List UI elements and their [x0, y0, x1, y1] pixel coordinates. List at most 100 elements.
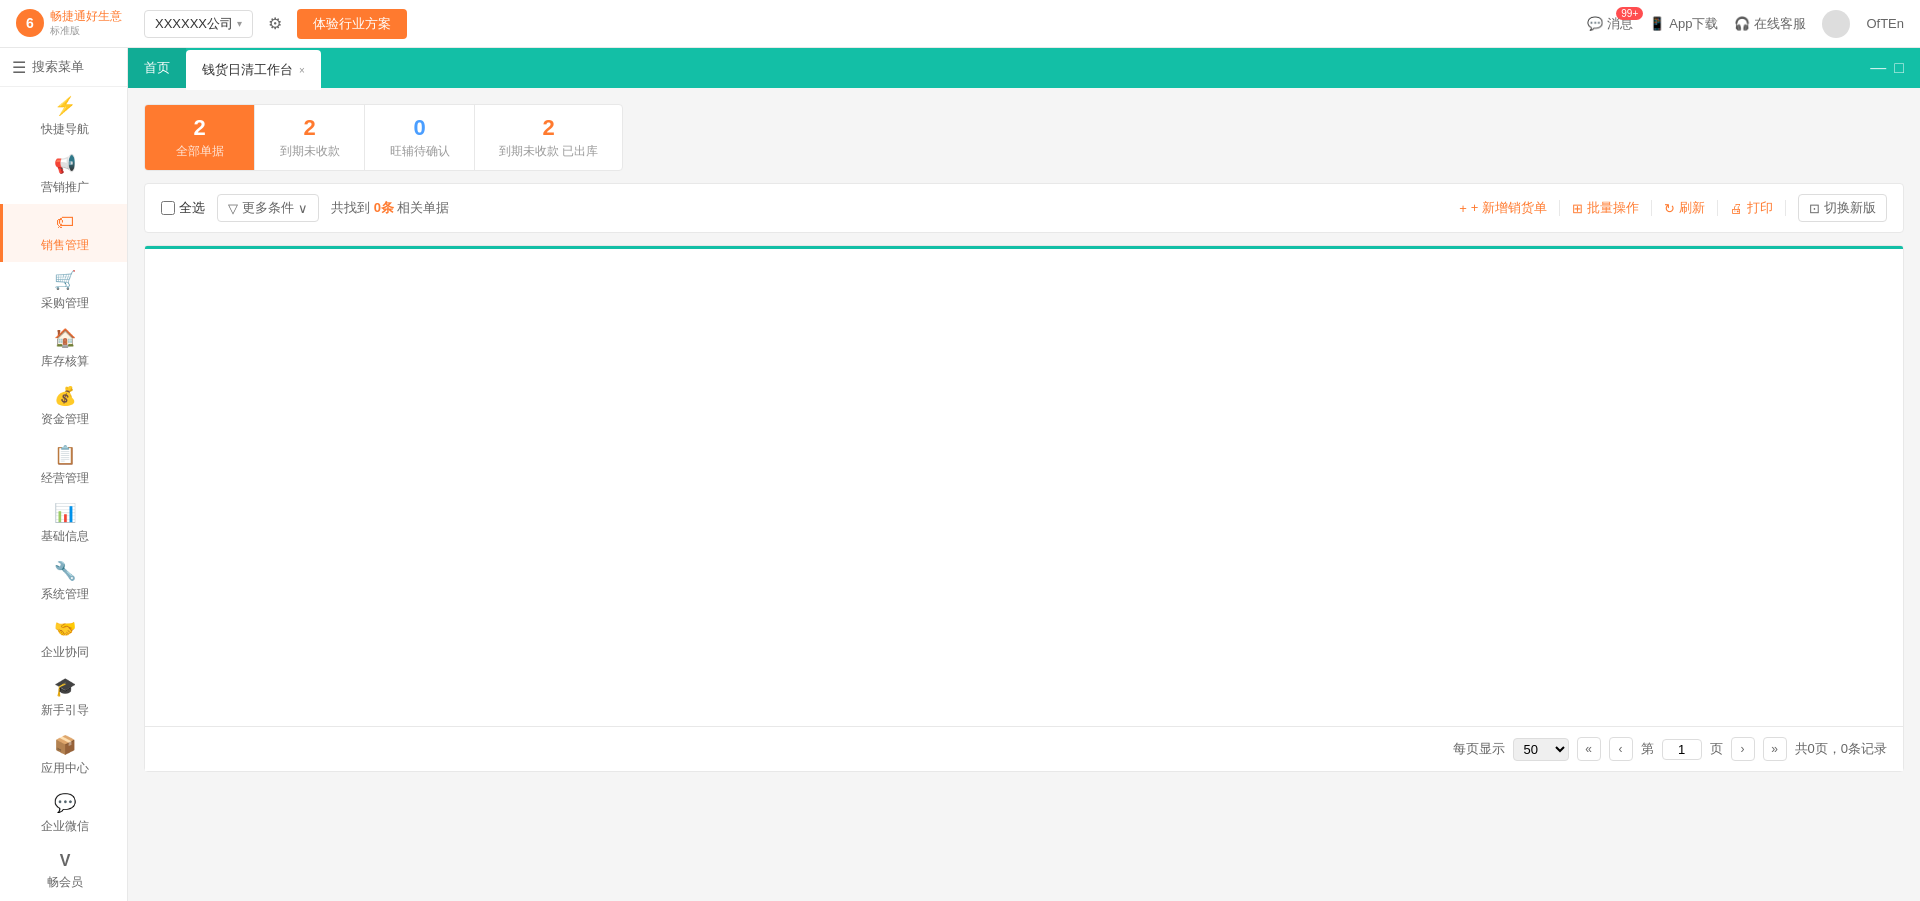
table-area: 每页显示 50 100 200 « ‹ 第 页 › » 共0页，0条记录 [144, 245, 1904, 772]
trial-button[interactable]: 体验行业方案 [297, 9, 407, 39]
nav-tabs-actions: — □ [1870, 59, 1920, 77]
topbar-left: 6 畅捷通好生意 标准版 XXXXXX公司 ▾ ⚙ 体验行业方案 [16, 9, 407, 39]
sidebar-item-guide[interactable]: 🎓 新手引导 [0, 669, 127, 727]
sidebar-item-inventory[interactable]: 🏠 库存核算 [0, 320, 127, 378]
stat-tab-all[interactable]: 2 全部单据 [145, 105, 255, 170]
divider [1559, 200, 1560, 216]
stat-label-shipped: 到期未收款 已出库 [499, 143, 598, 160]
batch-operation-button[interactable]: ⊞ 批量操作 [1572, 199, 1639, 217]
avatar[interactable] [1822, 10, 1850, 38]
search-menu-button[interactable]: ☰ 搜索菜单 [0, 48, 127, 87]
message-badge: 99+ [1616, 7, 1643, 20]
per-page-select[interactable]: 50 100 200 [1513, 738, 1569, 761]
filter-chevron: ∨ [298, 201, 308, 216]
filter-button[interactable]: ▽ 更多条件 ∨ [217, 194, 319, 222]
last-page-button[interactable]: » [1763, 737, 1787, 761]
sidebar-item-label: 库存核算 [41, 353, 89, 370]
sidebar-item-system[interactable]: 🔧 系统管理 [0, 552, 127, 610]
sidebar-item-finance[interactable]: 💰 资金管理 [0, 378, 127, 436]
message-button[interactable]: 💬 消息 99+ [1587, 15, 1633, 33]
batch-label: 批量操作 [1587, 199, 1639, 217]
print-button[interactable]: 🖨 打印 [1730, 199, 1773, 217]
first-page-button[interactable]: « [1577, 737, 1601, 761]
username: OfTEn [1866, 16, 1904, 31]
stat-num-overdue: 2 [303, 115, 315, 141]
sidebar-item-purchase[interactable]: 🛒 采购管理 [0, 262, 127, 320]
online-service-label: 在线客服 [1754, 15, 1806, 33]
found-prefix: 共找到 [331, 200, 370, 215]
sidebar-item-quick-nav[interactable]: ⚡ 快捷导航 [0, 87, 127, 145]
maximize-button[interactable]: □ [1894, 59, 1904, 77]
stat-tab-pending[interactable]: 0 旺辅待确认 [365, 105, 475, 170]
sidebar-item-enterprise[interactable]: 🤝 企业协同 [0, 610, 127, 668]
finance-icon: 💰 [54, 385, 76, 407]
enterprise-icon: 🤝 [54, 618, 76, 640]
service-icon: 🎧 [1734, 16, 1750, 31]
print-label: 打印 [1747, 199, 1773, 217]
next-page-button[interactable]: › [1731, 737, 1755, 761]
topbar: 6 畅捷通好生意 标准版 XXXXXX公司 ▾ ⚙ 体验行业方案 💬 消息 99… [0, 0, 1920, 48]
search-icon: ☰ [12, 58, 26, 77]
stat-label-all: 全部单据 [176, 143, 224, 160]
sidebar-item-app-center[interactable]: 📦 应用中心 [0, 727, 127, 785]
app-download-label: App下载 [1669, 15, 1718, 33]
sales-icon: 🏷 [56, 212, 74, 233]
message-icon: 💬 [1587, 16, 1603, 31]
sidebar-item-label: 应用中心 [41, 760, 89, 777]
sidebar-item-marketing[interactable]: 📢 营销推广 [0, 145, 127, 203]
logo-area: 6 畅捷通好生意 标准版 [16, 9, 136, 37]
sidebar-item-sales[interactable]: 🏷 销售管理 [0, 204, 127, 262]
stat-tab-shipped[interactable]: 2 到期未收款 已出库 [475, 105, 622, 170]
add-sales-order-button[interactable]: + + 新增销货单 [1459, 199, 1547, 217]
sidebar-item-label: 系统管理 [41, 586, 89, 603]
tab-workbench[interactable]: 钱货日清工作台 × [186, 50, 321, 90]
sidebar-item-label: 经营管理 [41, 470, 89, 487]
stat-tab-overdue[interactable]: 2 到期未收款 [255, 105, 365, 170]
logo-icon: 6 [16, 9, 44, 37]
sidebar-item-operations[interactable]: 📋 经营管理 [0, 436, 127, 494]
app-center-icon: 📦 [54, 734, 76, 756]
switch-version-button[interactable]: ⊡ 切换新版 [1798, 194, 1887, 222]
switch-icon: ⊡ [1809, 201, 1820, 216]
sidebar-item-wechat[interactable]: 💬 企业微信 [0, 785, 127, 843]
sidebar-item-label: 资金管理 [41, 411, 89, 428]
page-number-input[interactable] [1662, 739, 1702, 760]
tab-workbench-label: 钱货日清工作台 [202, 61, 293, 79]
filter-icon: ▽ [228, 201, 238, 216]
add-icon: + [1459, 201, 1467, 216]
divider4 [1785, 200, 1786, 216]
settings-button[interactable]: ⚙ [261, 10, 289, 38]
minimize-button[interactable]: — [1870, 59, 1886, 77]
toolbar-left: 全选 ▽ 更多条件 ∨ 共找到 0条 相关单据 [161, 194, 1447, 222]
select-all-input[interactable] [161, 201, 175, 215]
sidebar: ☰ 搜索菜单 ⚡ 快捷导航 📢 营销推广 🏷 销售管理 🛒 采购管理 🏠 库存核… [0, 0, 128, 901]
download-icon: 📱 [1649, 16, 1665, 31]
select-all-label: 全选 [179, 199, 205, 217]
toolbar-right: + + 新增销货单 ⊞ 批量操作 ↻ 刷新 🖨 打印 ⊡ 切换新版 [1459, 194, 1887, 222]
tab-home[interactable]: 首页 [128, 48, 186, 88]
total-label: 共0页，0条记录 [1795, 740, 1887, 758]
divider3 [1717, 200, 1718, 216]
topbar-right: 💬 消息 99+ 📱 App下载 🎧 在线客服 OfTEn [1587, 10, 1904, 38]
operations-icon: 📋 [54, 444, 76, 466]
stat-label-overdue: 到期未收款 [280, 143, 340, 160]
sidebar-item-basic-info[interactable]: 📊 基础信息 [0, 494, 127, 552]
refresh-button[interactable]: ↻ 刷新 [1664, 199, 1705, 217]
sidebar-item-label: 采购管理 [41, 295, 89, 312]
page-suffix: 页 [1710, 740, 1723, 758]
sidebar-item-member[interactable]: V 畅会员 [0, 843, 127, 901]
prev-page-button[interactable]: ‹ [1609, 737, 1633, 761]
member-icon: V [60, 852, 71, 870]
logo-text-area: 畅捷通好生意 标准版 [50, 9, 122, 37]
tab-close-icon[interactable]: × [299, 65, 305, 76]
app-download-button[interactable]: 📱 App下载 [1649, 15, 1718, 33]
purchase-icon: 🛒 [54, 269, 76, 291]
select-all-checkbox[interactable]: 全选 [161, 199, 205, 217]
chevron-down-icon: ▾ [237, 18, 242, 29]
company-selector[interactable]: XXXXXX公司 ▾ [144, 10, 253, 38]
online-service-button[interactable]: 🎧 在线客服 [1734, 15, 1806, 33]
stat-label-pending: 旺辅待确认 [390, 143, 450, 160]
quick-nav-icon: ⚡ [54, 95, 76, 117]
sidebar-item-label: 新手引导 [41, 702, 89, 719]
basic-info-icon: 📊 [54, 502, 76, 524]
